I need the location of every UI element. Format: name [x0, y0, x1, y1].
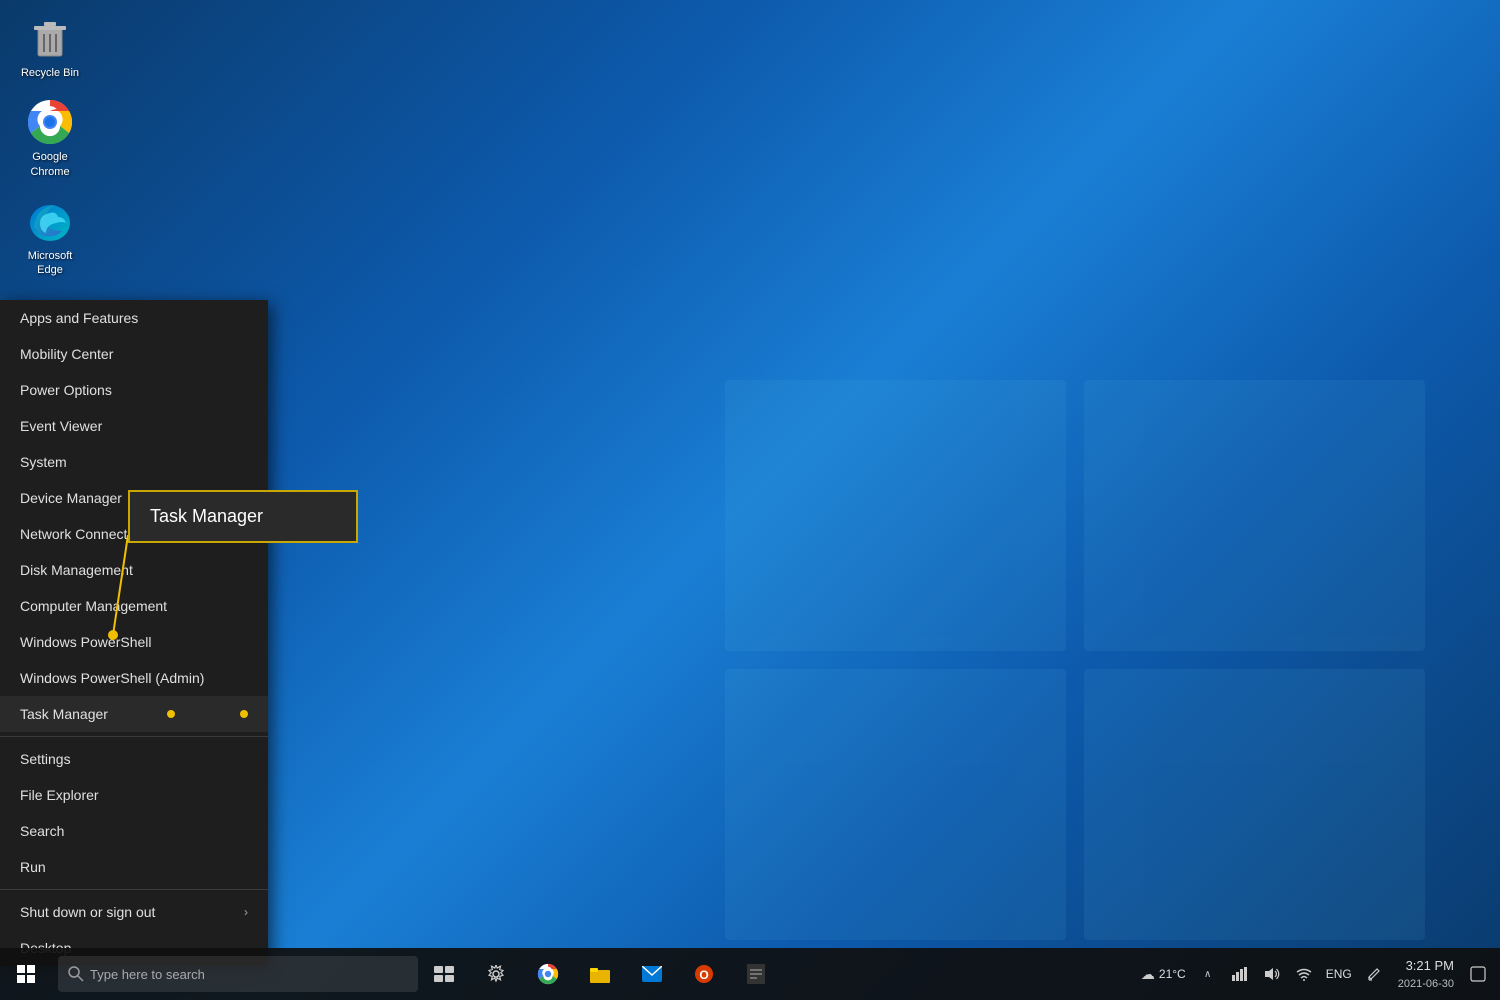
office-icon: O: [694, 964, 714, 984]
weather-widget[interactable]: ☁ 21°C: [1137, 960, 1190, 988]
network-status-icon: [1232, 967, 1248, 981]
language-indicator[interactable]: ENG: [1322, 960, 1356, 988]
menu-item-computer-management[interactable]: Computer Management: [0, 588, 268, 624]
task-manager-tooltip: Task Manager: [128, 490, 358, 543]
date-display: 2021-06-30: [1398, 976, 1454, 993]
context-menu: Apps and Features Mobility Center Power …: [0, 300, 268, 966]
chrome-icon: [26, 98, 74, 146]
edge-icon: [26, 197, 74, 245]
notification-icon: [1470, 966, 1486, 982]
recycle-bin-label: Recycle Bin: [21, 66, 79, 80]
taskbar-search-icon: [68, 966, 84, 982]
language-label: ENG: [1326, 967, 1352, 981]
menu-item-search[interactable]: Search: [0, 813, 268, 849]
menu-item-shut-down-sign-out[interactable]: Shut down or sign out ›: [0, 894, 268, 930]
taskbar-chrome-button[interactable]: [522, 948, 574, 1000]
chrome-label: Google Chrome: [14, 150, 86, 179]
menu-item-system[interactable]: System: [0, 444, 268, 480]
windows-logo-watermark: [725, 380, 1425, 940]
taskbar-mail-button[interactable]: [626, 948, 678, 1000]
file-explorer-icon: [590, 965, 610, 983]
notes-icon: [747, 964, 765, 984]
pen-status-icon: [1367, 967, 1381, 981]
menu-divider-2: [0, 889, 268, 890]
menu-item-power-options[interactable]: Power Options: [0, 372, 268, 408]
wifi-status-icon: [1296, 967, 1312, 981]
volume-status-icon: [1264, 967, 1280, 981]
taskbar: Type here to search: [0, 948, 1500, 1000]
desktop-icons-area: Recycle Bin Google Chrome: [10, 10, 90, 281]
time-display: 3:21 PM: [1398, 956, 1454, 976]
start-button[interactable]: [0, 948, 52, 1000]
menu-item-file-explorer[interactable]: File Explorer: [0, 777, 268, 813]
svg-text:O: O: [699, 968, 708, 982]
taskbar-task-view-button[interactable]: [418, 948, 470, 1000]
volume-icon[interactable]: [1258, 960, 1286, 988]
start-icon: [17, 965, 35, 983]
pen-icon[interactable]: [1360, 960, 1388, 988]
taskbar-chrome-icon: [537, 963, 559, 985]
desktop-icon-recycle-bin[interactable]: Recycle Bin: [10, 10, 90, 84]
mail-icon: [642, 966, 662, 982]
desktop: Recycle Bin Google Chrome: [0, 0, 1500, 1000]
menu-item-event-viewer[interactable]: Event Viewer: [0, 408, 268, 444]
network-icon[interactable]: [1226, 960, 1254, 988]
desktop-icon-microsoft-edge[interactable]: Microsoft Edge: [10, 193, 90, 282]
taskbar-office-button[interactable]: O: [678, 948, 730, 1000]
menu-divider-1: [0, 736, 268, 737]
menu-item-windows-powershell-admin[interactable]: Windows PowerShell (Admin): [0, 660, 268, 696]
taskbar-settings-button[interactable]: [470, 948, 522, 1000]
edge-label: Microsoft Edge: [14, 249, 86, 278]
submenu-arrow-icon: ›: [244, 905, 248, 919]
wifi-icon[interactable]: [1290, 960, 1318, 988]
task-manager-dot: [167, 710, 175, 718]
menu-item-mobility-center[interactable]: Mobility Center: [0, 336, 268, 372]
taskbar-search[interactable]: Type here to search: [58, 956, 418, 992]
menu-item-task-manager[interactable]: Task Manager: [0, 696, 268, 732]
weather-icon: ☁: [1141, 966, 1155, 983]
tooltip-label: Task Manager: [150, 506, 263, 527]
show-hidden-icons-button[interactable]: ∧: [1194, 960, 1222, 988]
datetime-display[interactable]: 3:21 PM 2021-06-30: [1392, 956, 1460, 992]
notification-button[interactable]: [1464, 960, 1492, 988]
taskbar-system-tray: ☁ 21°C ∧: [1137, 956, 1500, 992]
menu-item-run[interactable]: Run: [0, 849, 268, 885]
taskbar-search-placeholder: Type here to search: [90, 967, 205, 982]
menu-item-windows-powershell[interactable]: Windows PowerShell: [0, 624, 268, 660]
taskbar-file-explorer-button[interactable]: [574, 948, 626, 1000]
taskbar-notes-button[interactable]: [730, 948, 782, 1000]
weather-temp: 21°C: [1159, 967, 1186, 981]
recycle-bin-icon: [26, 14, 74, 62]
menu-item-settings[interactable]: Settings: [0, 741, 268, 777]
settings-icon: [487, 965, 505, 983]
task-view-icon: [434, 966, 454, 982]
desktop-icon-google-chrome[interactable]: Google Chrome: [10, 94, 90, 183]
menu-item-apps-features[interactable]: Apps and Features: [0, 300, 268, 336]
menu-item-disk-management[interactable]: Disk Management: [0, 552, 268, 588]
